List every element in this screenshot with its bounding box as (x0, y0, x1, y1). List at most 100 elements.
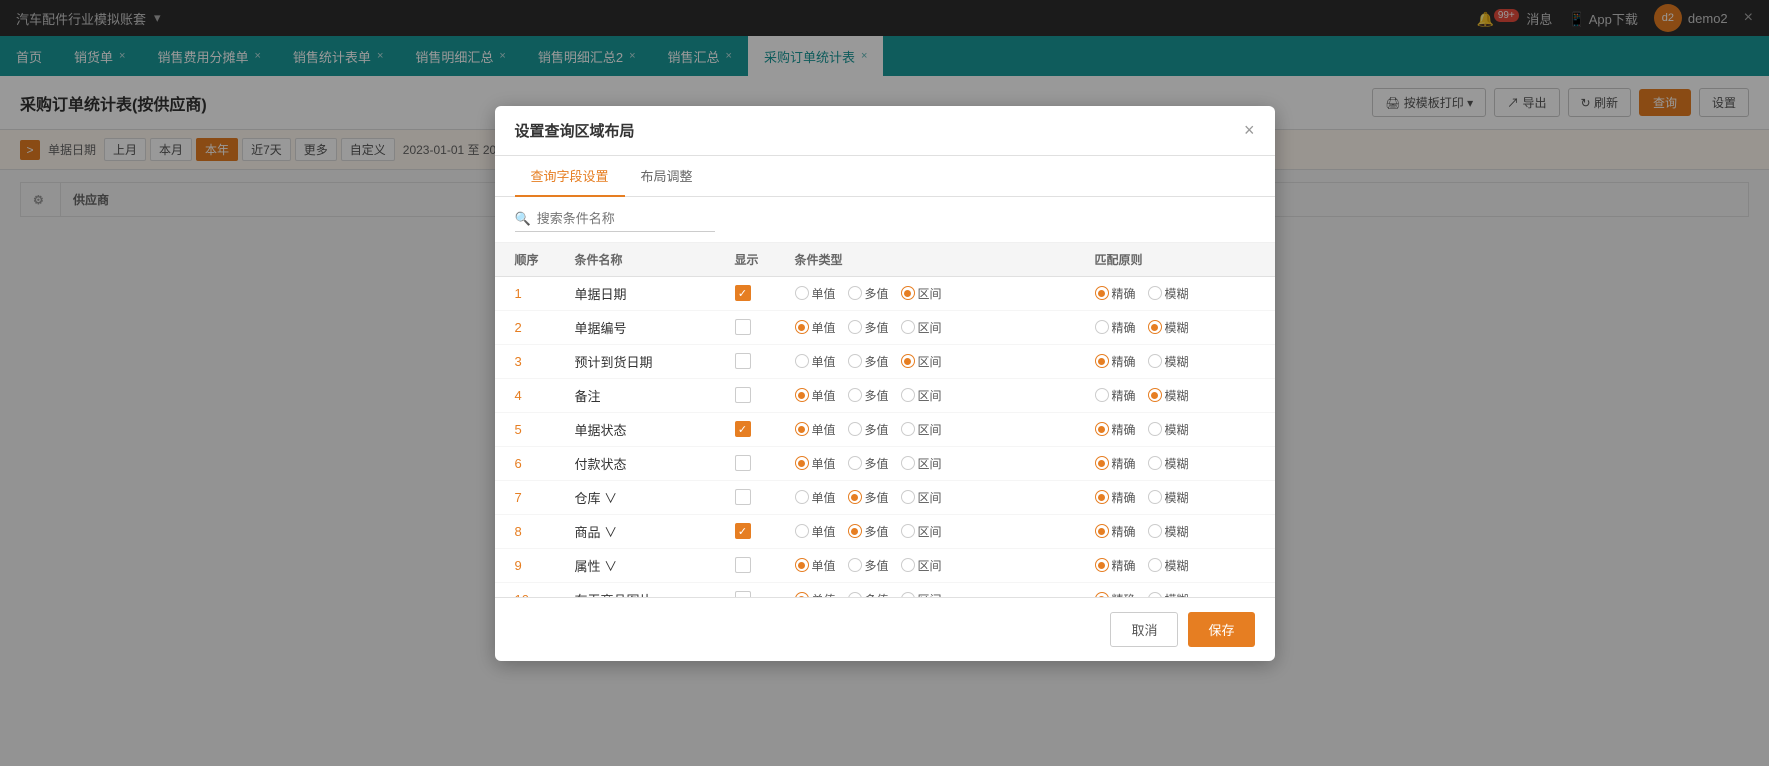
search-input-wrap: 🔍 (515, 207, 715, 232)
type-radio-range[interactable]: 区间 (901, 455, 942, 472)
field-row: 8商品 ∨单值多值区间精确模糊 (495, 515, 1275, 549)
field-display-checkbox[interactable] (735, 421, 751, 437)
fuzzy-match-label: 模糊 (1165, 285, 1189, 302)
match-radio-fuzzy[interactable]: 模糊 (1148, 387, 1189, 404)
range-radio-label: 区间 (918, 523, 942, 540)
match-radio-exact[interactable]: 精确 (1095, 421, 1136, 438)
cancel-button[interactable]: 取消 (1110, 612, 1178, 647)
type-radio-range[interactable]: 区间 (901, 387, 942, 404)
field-display-checkbox[interactable] (735, 387, 751, 403)
match-radio-fuzzy[interactable]: 模糊 (1148, 523, 1189, 540)
dialog-title: 设置查询区域布局 (515, 120, 635, 141)
exact-match-circle (1095, 422, 1109, 436)
match-radio-exact[interactable]: 精确 (1095, 319, 1136, 336)
dialog-close-button[interactable]: × (1244, 120, 1255, 141)
single-radio-label: 单值 (812, 489, 836, 506)
type-radio-single[interactable]: 单值 (795, 387, 836, 404)
match-radio-fuzzy[interactable]: 模糊 (1148, 455, 1189, 472)
single-radio-label: 单值 (812, 387, 836, 404)
match-radio-exact[interactable]: 精确 (1095, 489, 1136, 506)
dialog-header: 设置查询区域布局 × (495, 106, 1275, 156)
type-radio-multi[interactable]: 多值 (848, 489, 889, 506)
multi-radio-circle (848, 388, 862, 402)
exact-match-circle (1095, 524, 1109, 538)
match-radio-exact[interactable]: 精确 (1095, 557, 1136, 574)
type-radio-single[interactable]: 单值 (795, 557, 836, 574)
field-order: 7 (515, 490, 575, 505)
type-radio-multi[interactable]: 多值 (848, 285, 889, 302)
fuzzy-match-circle (1148, 490, 1162, 504)
search-icon: 🔍 (515, 211, 531, 227)
field-display-checkbox[interactable] (735, 319, 751, 335)
field-order: 8 (515, 524, 575, 539)
type-radio-multi[interactable]: 多值 (848, 319, 889, 336)
field-display-checkbox[interactable] (735, 285, 751, 301)
modal-overlay: 设置查询区域布局 × 查询字段设置 布局调整 🔍 顺序 条件名称 显示 条件类型 (0, 0, 1769, 766)
type-radio-range[interactable]: 区间 (901, 353, 942, 370)
field-row: 4备注单值多值区间精确模糊 (495, 379, 1275, 413)
type-radio-multi[interactable]: 多值 (848, 455, 889, 472)
single-radio-label: 单值 (812, 285, 836, 302)
field-display-checkbox[interactable] (735, 455, 751, 471)
exact-match-circle (1095, 320, 1109, 334)
exact-match-label: 精确 (1112, 557, 1136, 574)
range-radio-circle (901, 354, 915, 368)
field-name: 单据编号 (575, 318, 735, 337)
multi-radio-circle (848, 320, 862, 334)
type-radio-range[interactable]: 区间 (901, 489, 942, 506)
dialog-tab-fields[interactable]: 查询字段设置 (515, 156, 625, 197)
match-radio-fuzzy[interactable]: 模糊 (1148, 285, 1189, 302)
range-radio-label: 区间 (918, 285, 942, 302)
type-radio-range[interactable]: 区间 (901, 421, 942, 438)
exact-match-label: 精确 (1112, 421, 1136, 438)
type-radio-single[interactable]: 单值 (795, 319, 836, 336)
type-radio-multi[interactable]: 多值 (848, 557, 889, 574)
multi-radio-label: 多值 (865, 489, 889, 506)
single-radio-circle (795, 524, 809, 538)
exact-match-circle (1095, 558, 1109, 572)
type-radio-range[interactable]: 区间 (901, 319, 942, 336)
exact-match-circle (1095, 456, 1109, 470)
field-name: 有无商品图片 (575, 590, 735, 597)
match-radio-exact[interactable]: 精确 (1095, 523, 1136, 540)
single-radio-circle (795, 490, 809, 504)
field-match-group: 精确模糊 (1095, 455, 1255, 472)
single-radio-label: 单值 (812, 353, 836, 370)
field-match-group: 精确模糊 (1095, 387, 1255, 404)
type-radio-single[interactable]: 单值 (795, 489, 836, 506)
single-radio-circle (795, 354, 809, 368)
field-display-checkbox[interactable] (735, 353, 751, 369)
type-radio-single[interactable]: 单值 (795, 523, 836, 540)
save-button[interactable]: 保存 (1188, 612, 1254, 647)
search-input[interactable] (537, 211, 697, 226)
type-radio-multi[interactable]: 多值 (848, 387, 889, 404)
match-radio-fuzzy[interactable]: 模糊 (1148, 489, 1189, 506)
match-radio-exact[interactable]: 精确 (1095, 353, 1136, 370)
field-display-checkbox[interactable] (735, 523, 751, 539)
type-radio-range[interactable]: 区间 (901, 557, 942, 574)
single-radio-label: 单值 (812, 455, 836, 472)
match-radio-fuzzy[interactable]: 模糊 (1148, 421, 1189, 438)
match-radio-exact[interactable]: 精确 (1095, 387, 1136, 404)
single-radio-circle (795, 388, 809, 402)
match-radio-fuzzy[interactable]: 模糊 (1148, 557, 1189, 574)
multi-radio-circle (848, 354, 862, 368)
type-radio-range[interactable]: 区间 (901, 285, 942, 302)
field-order: 2 (515, 320, 575, 335)
type-radio-single[interactable]: 单值 (795, 285, 836, 302)
match-radio-fuzzy[interactable]: 模糊 (1148, 319, 1189, 336)
type-radio-multi[interactable]: 多值 (848, 353, 889, 370)
match-radio-exact[interactable]: 精确 (1095, 285, 1136, 302)
type-radio-single[interactable]: 单值 (795, 353, 836, 370)
match-radio-fuzzy[interactable]: 模糊 (1148, 353, 1189, 370)
type-radio-multi[interactable]: 多值 (848, 421, 889, 438)
type-radio-multi[interactable]: 多值 (848, 523, 889, 540)
type-radio-single[interactable]: 单值 (795, 421, 836, 438)
dialog-tab-layout[interactable]: 布局调整 (625, 156, 709, 197)
match-radio-exact[interactable]: 精确 (1095, 455, 1136, 472)
field-display-checkbox[interactable] (735, 489, 751, 505)
multi-radio-label: 多值 (865, 523, 889, 540)
type-radio-single[interactable]: 单值 (795, 455, 836, 472)
type-radio-range[interactable]: 区间 (901, 523, 942, 540)
field-display-checkbox[interactable] (735, 557, 751, 573)
